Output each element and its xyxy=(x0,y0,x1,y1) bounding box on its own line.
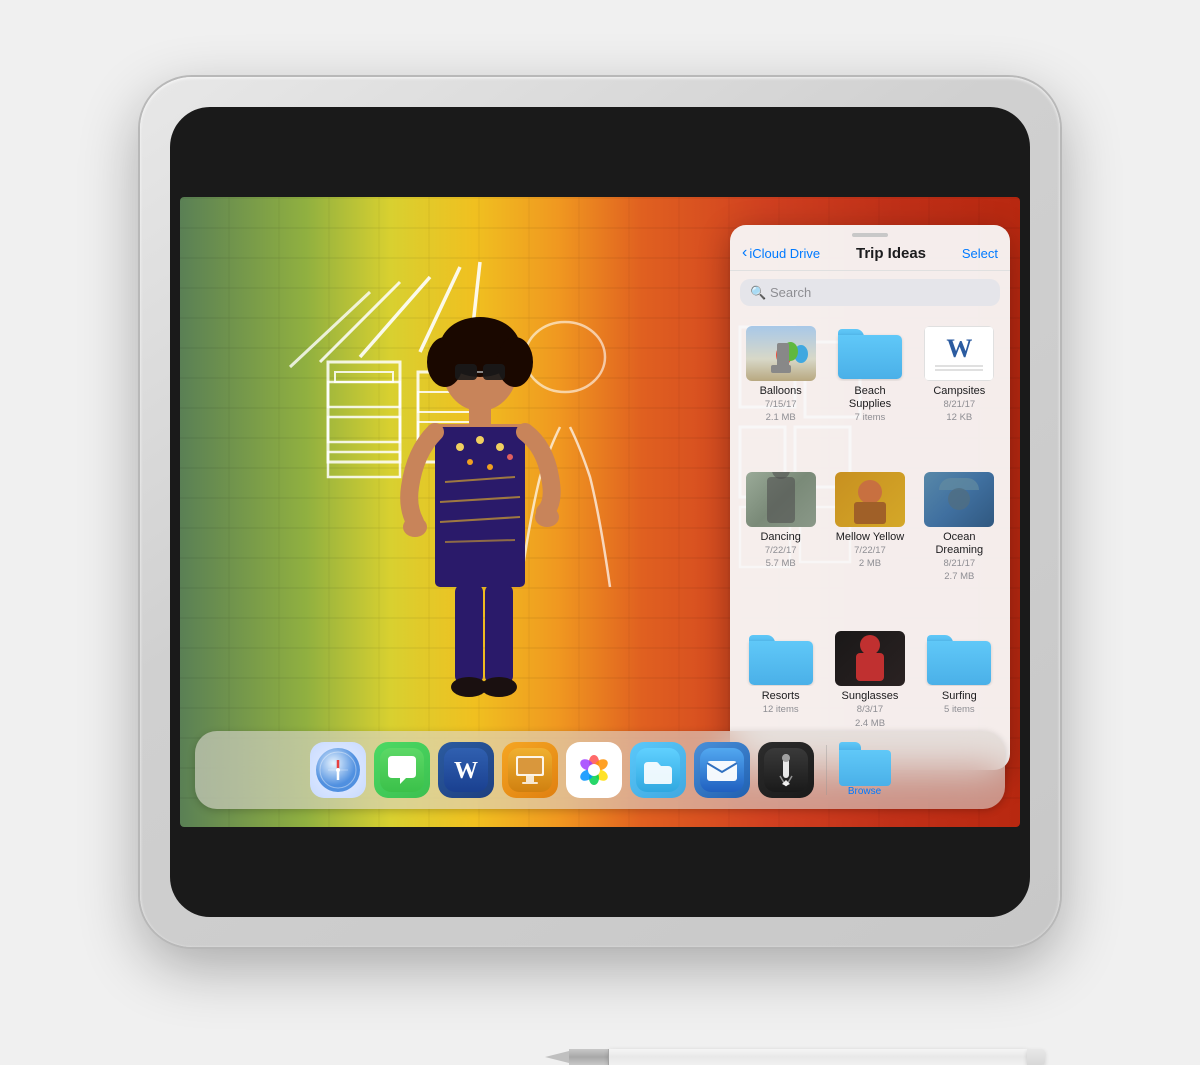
file-thumb-resorts xyxy=(746,631,816,686)
safari-icon xyxy=(316,748,360,792)
file-name-dancing: Dancing xyxy=(760,531,800,544)
keynote-icon xyxy=(508,748,552,792)
file-name-beach: BeachSupplies xyxy=(849,385,891,411)
dock-app-word[interactable]: W xyxy=(438,742,494,798)
file-meta-mellow-size: 2 MB xyxy=(859,558,881,570)
dock-divider xyxy=(826,745,827,795)
back-chevron-icon: ‹ xyxy=(742,245,747,261)
dock-app-safari[interactable] xyxy=(310,742,366,798)
pencil-cap xyxy=(1027,1049,1045,1065)
file-item-campsites[interactable]: W Campsites 8/21/17 12 KB xyxy=(917,318,1002,460)
pencil-app-icon xyxy=(764,748,808,792)
file-meta-sunglasses-size: 2.4 MB xyxy=(855,718,885,730)
search-bar[interactable]: 🔍 Search xyxy=(740,279,1000,306)
file-meta-ocean-size: 2.7 MB xyxy=(944,571,974,583)
apple-pencil xyxy=(545,1049,1045,1065)
file-name-sunglasses: Sunglasses xyxy=(842,690,899,703)
file-item-mellow-yellow[interactable]: Mellow Yellow 7/22/17 2 MB xyxy=(827,464,912,619)
wallpaper: ‹ iCloud Drive Trip Ideas Select 🔍 Searc… xyxy=(180,197,1020,827)
dock-app-keynote[interactable] xyxy=(502,742,558,798)
file-item-balloons[interactable]: Balloons 7/15/17 2.1 MB xyxy=(738,318,823,460)
file-meta-campsites-size: 12 KB xyxy=(946,412,972,424)
dock-app-mail[interactable] xyxy=(694,742,750,798)
file-meta-beach: 7 items xyxy=(855,412,886,424)
file-thumb-beach-supplies xyxy=(835,326,905,381)
pencil-body xyxy=(609,1049,1027,1065)
file-item-ocean-dreaming[interactable]: Ocean Dreaming 8/21/17 2.7 MB xyxy=(917,464,1002,619)
search-placeholder: Search xyxy=(770,285,811,300)
person-figure xyxy=(315,292,645,732)
file-item-dancing[interactable]: Dancing 7/22/17 5.7 MB xyxy=(738,464,823,619)
file-meta-dancing-size: 5.7 MB xyxy=(766,558,796,570)
dock-app-files[interactable] xyxy=(630,742,686,798)
svg-text:W: W xyxy=(454,758,478,784)
dock-app-pencil[interactable] xyxy=(758,742,814,798)
photos-icon xyxy=(572,748,616,792)
file-meta-resorts: 12 items xyxy=(763,704,799,716)
folder-icon-surfing xyxy=(927,633,991,685)
files-icon xyxy=(636,748,680,792)
file-name-ocean: Ocean Dreaming xyxy=(921,531,998,557)
person-photo xyxy=(315,292,645,732)
file-thumb-mellow xyxy=(835,472,905,527)
folder-icon-beach xyxy=(838,327,902,379)
file-thumb-dancing xyxy=(746,472,816,527)
file-name-resorts: Resorts xyxy=(762,690,800,703)
panel-header: ‹ iCloud Drive Trip Ideas Select xyxy=(730,241,1010,271)
file-name-campsites: Campsites xyxy=(933,385,985,398)
browse-folder-icon xyxy=(839,742,891,786)
pencil-tip xyxy=(545,1051,569,1063)
word-icon: W xyxy=(444,748,488,792)
panel-title: Trip Ideas xyxy=(820,245,962,262)
folder-icon-resorts xyxy=(749,633,813,685)
panel-drag-handle xyxy=(852,233,888,237)
file-name-mellow: Mellow Yellow xyxy=(836,531,904,544)
files-grid: Balloons 7/15/17 2.1 MB xyxy=(730,314,1010,770)
file-thumb-surfing xyxy=(924,631,994,686)
file-thumb-balloons xyxy=(746,326,816,381)
mail-icon xyxy=(700,748,744,792)
dock-app-messages[interactable] xyxy=(374,742,430,798)
messages-icon xyxy=(380,748,424,792)
file-name-surfing: Surfing xyxy=(942,690,977,703)
file-item-beach-supplies[interactable]: BeachSupplies 7 items xyxy=(827,318,912,460)
file-meta-balloons-size: 2.1 MB xyxy=(766,412,796,424)
select-button[interactable]: Select xyxy=(962,246,998,261)
search-icon: 🔍 xyxy=(750,285,764,299)
file-meta-balloons-date: 7/15/17 xyxy=(765,399,797,411)
file-name-balloons: Balloons xyxy=(760,385,802,398)
dock-app-photos[interactable] xyxy=(566,742,622,798)
ipad-bezel: ‹ iCloud Drive Trip Ideas Select 🔍 Searc… xyxy=(170,107,1030,917)
icloud-panel: ‹ iCloud Drive Trip Ideas Select 🔍 Searc… xyxy=(730,225,1010,770)
file-thumb-ocean xyxy=(924,472,994,527)
file-thumb-sunglasses xyxy=(835,631,905,686)
file-meta-ocean-date: 8/21/17 xyxy=(943,558,975,570)
file-meta-mellow-date: 7/22/17 xyxy=(854,545,886,557)
back-label: iCloud Drive xyxy=(749,246,820,261)
browse-label: Browse xyxy=(848,786,881,797)
pencil-metal-band xyxy=(569,1049,609,1065)
dock-browse[interactable]: Browse xyxy=(839,742,891,797)
file-meta-sunglasses-date: 8/3/17 xyxy=(857,704,883,716)
ipad-shell: ‹ iCloud Drive Trip Ideas Select 🔍 Searc… xyxy=(140,77,1060,947)
dock: W xyxy=(195,731,1005,809)
ipad-screen: ‹ iCloud Drive Trip Ideas Select 🔍 Searc… xyxy=(180,197,1020,827)
file-meta-campsites-date: 8/21/17 xyxy=(943,399,975,411)
back-button[interactable]: ‹ iCloud Drive xyxy=(742,245,820,261)
file-meta-dancing-date: 7/22/17 xyxy=(765,545,797,557)
file-meta-surfing: 5 items xyxy=(944,704,975,716)
file-thumb-campsites: W xyxy=(924,326,994,381)
